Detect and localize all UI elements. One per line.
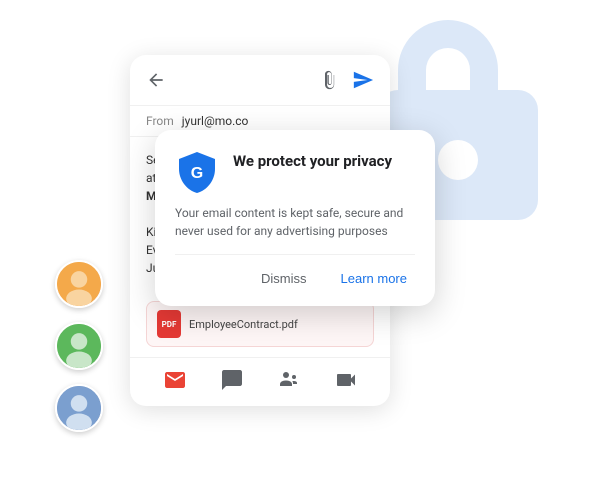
dismiss-button[interactable]: Dismiss xyxy=(253,267,315,290)
popup-title-text: We protect your privacy xyxy=(233,150,392,172)
popup-header: G We protect your privacy xyxy=(175,150,415,194)
avatar xyxy=(55,384,103,432)
chat-footer-icon[interactable] xyxy=(220,368,244,396)
attachment-icon[interactable] xyxy=(320,70,340,94)
avatar-list xyxy=(55,260,103,432)
privacy-popup: G We protect your privacy Your email con… xyxy=(155,130,435,306)
attachment-filename: EmployeeContract.pdf xyxy=(189,318,298,331)
send-icon[interactable] xyxy=(352,69,374,95)
email-header xyxy=(130,55,390,106)
email-footer xyxy=(130,357,390,406)
avatar xyxy=(55,322,103,370)
from-label: From xyxy=(146,114,174,128)
gmail-footer-icon[interactable] xyxy=(163,368,187,396)
main-scene: From jyurl@mo.co See Just Bloomed employ… xyxy=(0,0,608,500)
avatar xyxy=(55,260,103,308)
meet-footer-icon[interactable] xyxy=(277,368,301,396)
back-icon[interactable] xyxy=(146,70,166,94)
email-attachment[interactable]: PDF EmployeeContract.pdf xyxy=(146,301,374,347)
popup-description: Your email content is kept safe, secure … xyxy=(175,204,415,240)
video-footer-icon[interactable] xyxy=(334,368,358,396)
pdf-icon: PDF xyxy=(157,310,181,338)
learn-more-button[interactable]: Learn more xyxy=(333,267,415,290)
popup-actions: Dismiss Learn more xyxy=(175,254,415,290)
from-email: jyurl@mo.co xyxy=(182,114,249,128)
svg-text:G: G xyxy=(191,165,203,182)
g-shield-icon: G xyxy=(175,150,219,194)
